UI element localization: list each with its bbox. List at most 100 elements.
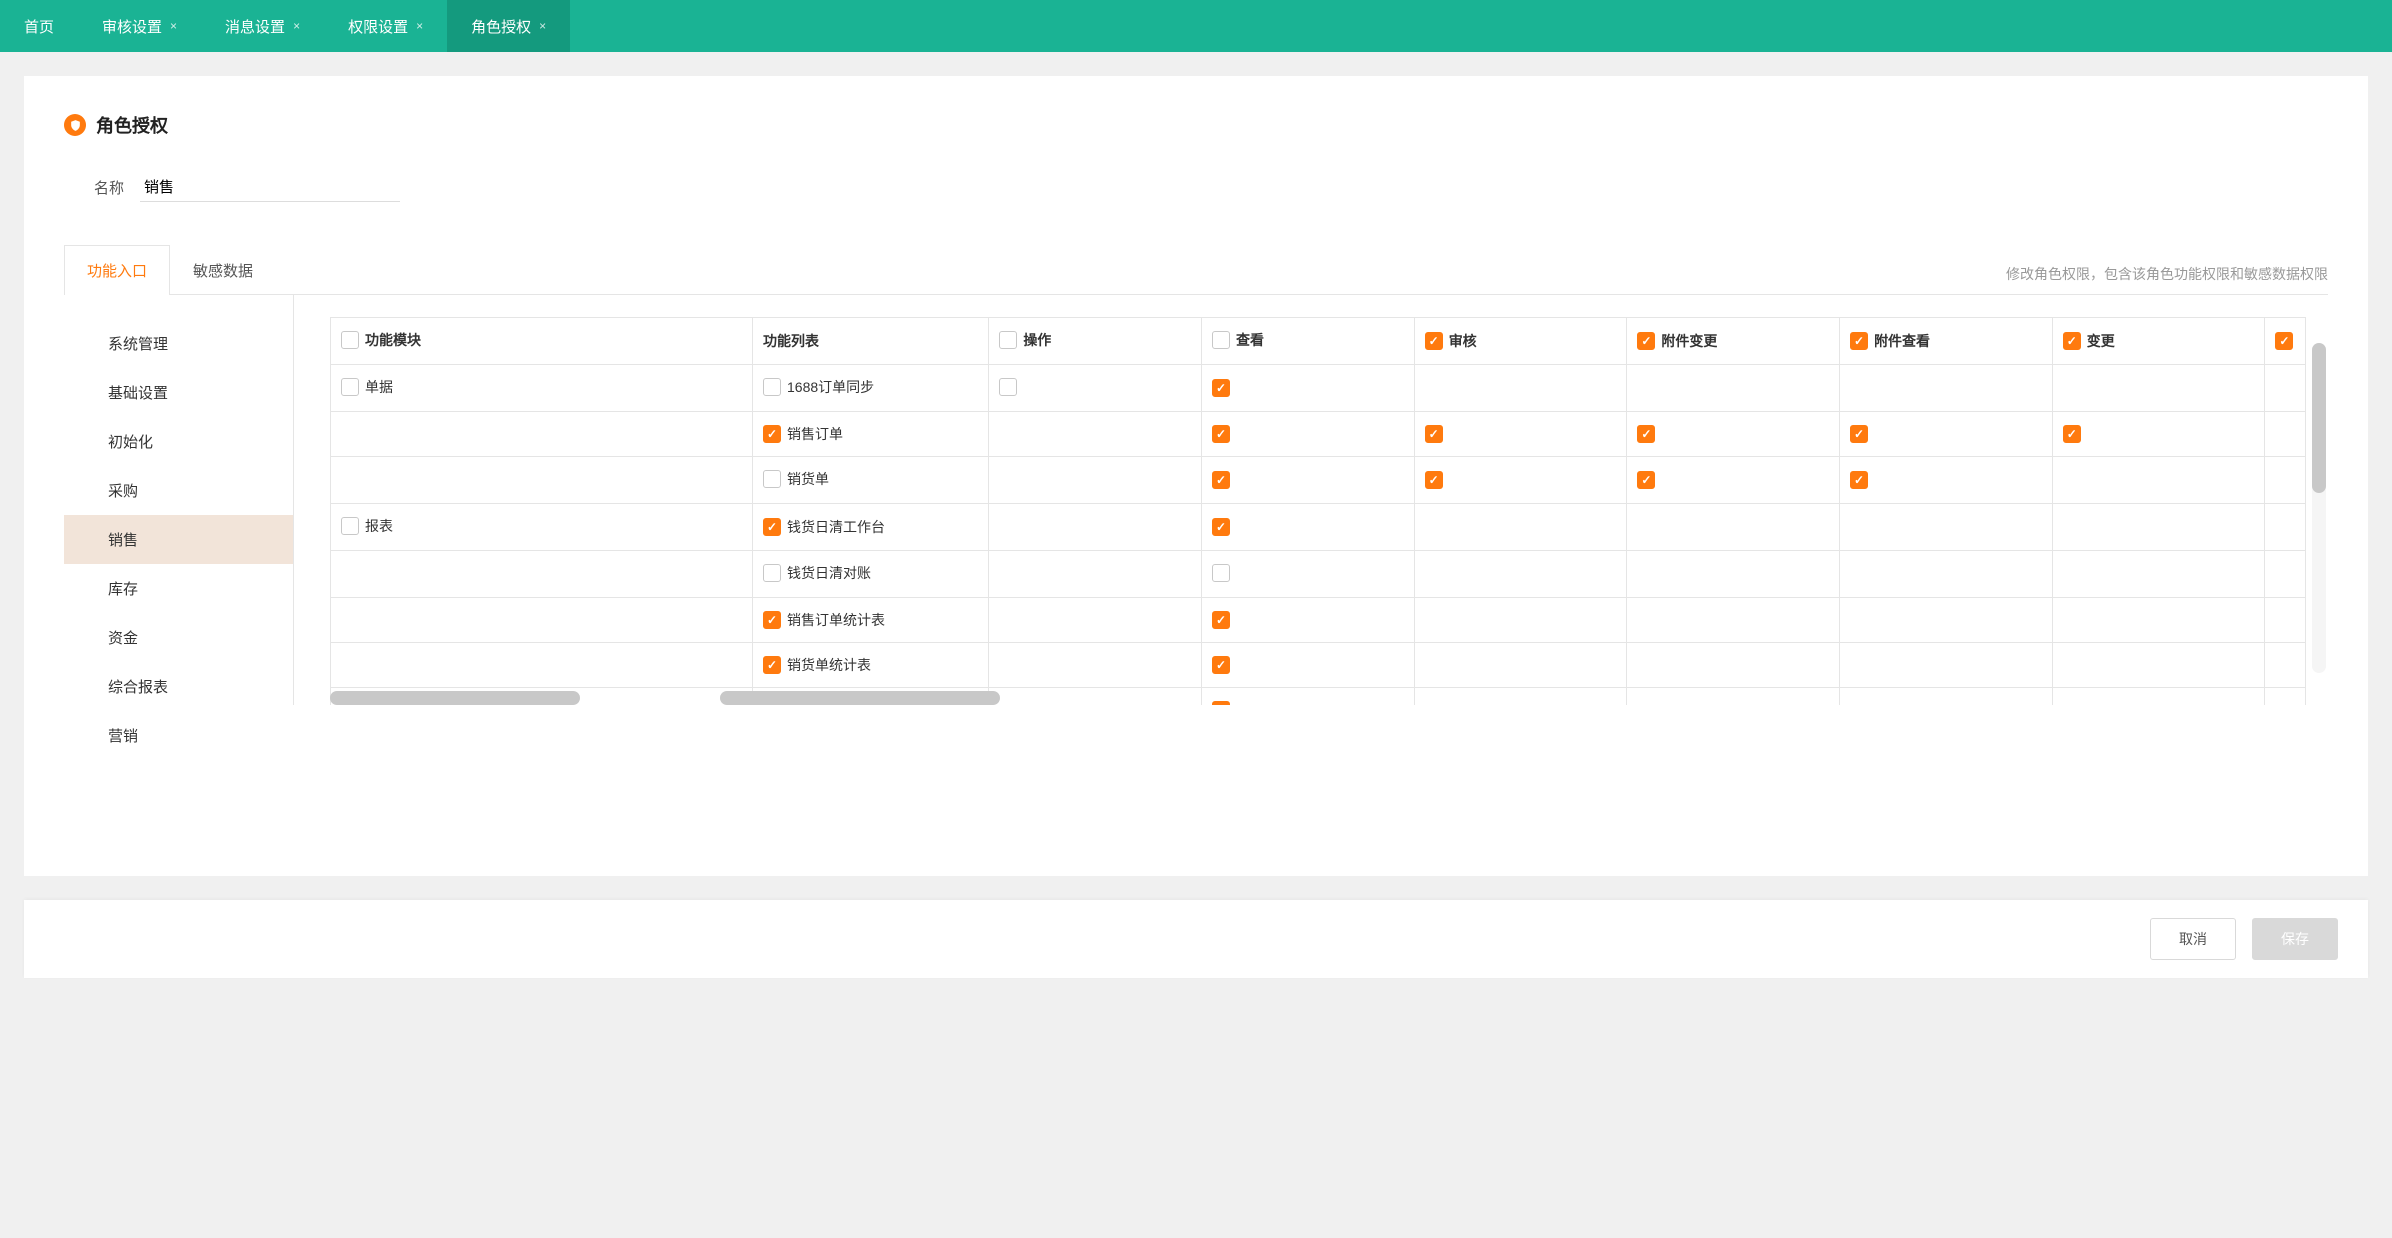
cell-attach_view <box>1840 551 2053 598</box>
sidebar-item-1[interactable]: 基础设置 <box>64 368 293 417</box>
footer: 取消 保存 <box>24 900 2368 978</box>
top-tab-0[interactable]: 首页 <box>0 0 78 52</box>
close-icon[interactable]: × <box>293 19 300 33</box>
cell-view <box>1202 457 1415 504</box>
row1-change-checkbox[interactable] <box>2063 425 2081 443</box>
top-tab-label: 角色授权 <box>471 16 531 37</box>
header-cb-op-label: 操作 <box>1023 330 1051 350</box>
horizontal-scrollbars <box>330 691 2306 705</box>
sidebar-item-4[interactable]: 销售 <box>64 515 293 564</box>
cell-list: 销售订单统计表 <box>753 598 989 643</box>
close-icon[interactable]: × <box>539 19 546 33</box>
vertical-scrollbar-thumb[interactable] <box>2312 343 2326 493</box>
cell-list: 销货单 <box>753 457 989 504</box>
header-cb-attach_view-checkbox[interactable] <box>1850 332 1868 350</box>
row2-attach_view-checkbox[interactable] <box>1850 471 1868 489</box>
top-tab-3[interactable]: 权限设置 × <box>324 0 447 52</box>
row1-view-checkbox[interactable] <box>1212 425 1230 443</box>
header-change: 变更 <box>2052 318 2265 365</box>
sidebar-item-6[interactable]: 资金 <box>64 613 293 662</box>
header-cb-change-checkbox[interactable] <box>2063 332 2081 350</box>
top-tab-label: 权限设置 <box>348 16 408 37</box>
row5-view-checkbox[interactable] <box>1212 611 1230 629</box>
header-cb-attach_change-checkbox[interactable] <box>1637 332 1655 350</box>
row4-view-checkbox[interactable] <box>1212 564 1230 582</box>
header-cb-module-label: 功能模块 <box>365 330 421 350</box>
row1-attach_change <box>1637 425 1655 443</box>
row1-audit <box>1425 425 1443 443</box>
row3-module-checkbox[interactable] <box>341 517 359 535</box>
header-cb-view: 查看 <box>1212 330 1264 350</box>
cell-attach_change <box>1627 504 1840 551</box>
row1-audit-checkbox[interactable] <box>1425 425 1443 443</box>
row0-module-checkbox[interactable] <box>341 378 359 396</box>
row6-list-checkbox[interactable] <box>763 656 781 674</box>
sidebar-item-8[interactable]: 营销 <box>64 711 293 760</box>
shield-icon <box>64 114 86 136</box>
row4-list-checkbox[interactable] <box>763 564 781 582</box>
name-field: 名称 <box>64 172 2328 202</box>
row5-list-checkbox[interactable] <box>763 611 781 629</box>
row2-view-checkbox[interactable] <box>1212 471 1230 489</box>
cell-audit <box>1414 643 1627 688</box>
close-icon[interactable]: × <box>416 19 423 33</box>
top-tab-4[interactable]: 角色授权 × <box>447 0 570 52</box>
cell-op <box>989 457 1202 504</box>
sidebar-item-5[interactable]: 库存 <box>64 564 293 613</box>
name-label: 名称 <box>94 177 124 198</box>
top-tab-1[interactable]: 审核设置× <box>78 0 201 52</box>
table-row: 钱货日清对账 <box>331 551 2306 598</box>
row5-view <box>1212 611 1230 629</box>
row3-list-checkbox[interactable] <box>763 518 781 536</box>
sidebar-item-3[interactable]: 采购 <box>64 466 293 515</box>
save-button[interactable]: 保存 <box>2252 918 2338 960</box>
sidebar-item-0[interactable]: 系统管理 <box>64 319 293 368</box>
name-input[interactable] <box>140 172 400 202</box>
inner-tab-1[interactable]: 敏感数据 <box>170 245 276 295</box>
row0-module: 单据 <box>341 377 393 397</box>
cell-attach_view <box>1840 598 2053 643</box>
sidebar-item-7[interactable]: 综合报表 <box>64 662 293 711</box>
row4-view <box>1212 564 1230 582</box>
row1-list-checkbox[interactable] <box>763 425 781 443</box>
close-icon[interactable]: × <box>170 19 177 33</box>
row2-attach_change-checkbox[interactable] <box>1637 471 1655 489</box>
horizontal-scrollbar-thumb-2[interactable] <box>720 691 1000 705</box>
row2-list-checkbox[interactable] <box>763 470 781 488</box>
cell-attach_change <box>1627 551 1840 598</box>
cell-list: 销货单统计表 <box>753 643 989 688</box>
header-cb-overflow <box>2275 332 2293 350</box>
header-cb-audit-label: 审核 <box>1449 331 1477 351</box>
row1-change <box>2063 425 2081 443</box>
row4-list: 钱货日清对账 <box>763 563 871 583</box>
row0-view-checkbox[interactable] <box>1212 379 1230 397</box>
row0-op-checkbox[interactable] <box>999 378 1017 396</box>
cell-change <box>2052 365 2265 412</box>
row2-attach_view <box>1850 471 1868 489</box>
row1-attach_view-checkbox[interactable] <box>1850 425 1868 443</box>
sidebar-item-2[interactable]: 初始化 <box>64 417 293 466</box>
header-cb-op-checkbox[interactable] <box>999 331 1017 349</box>
row2-audit-checkbox[interactable] <box>1425 471 1443 489</box>
header-cb-view-checkbox[interactable] <box>1212 331 1230 349</box>
header-cb-audit-checkbox[interactable] <box>1425 332 1443 350</box>
inner-tab-0[interactable]: 功能入口 <box>64 245 170 295</box>
row3-view-checkbox[interactable] <box>1212 518 1230 536</box>
header-cb-module-checkbox[interactable] <box>341 331 359 349</box>
cell-view <box>1202 504 1415 551</box>
row0-list-checkbox[interactable] <box>763 378 781 396</box>
cell-audit <box>1414 504 1627 551</box>
vertical-scrollbar[interactable] <box>2312 343 2326 673</box>
cancel-button[interactable]: 取消 <box>2150 918 2236 960</box>
top-tab-2[interactable]: 消息设置× <box>201 0 324 52</box>
top-tab-label: 首页 <box>24 16 54 37</box>
row6-view-checkbox[interactable] <box>1212 656 1230 674</box>
cell-op <box>989 643 1202 688</box>
horizontal-scrollbar-thumb-1[interactable] <box>330 691 580 705</box>
header-cb-change: 变更 <box>2063 331 2115 351</box>
cell-change <box>2052 412 2265 457</box>
cell-view <box>1202 412 1415 457</box>
header-cb-overflow-checkbox[interactable] <box>2275 332 2293 350</box>
row1-attach_change-checkbox[interactable] <box>1637 425 1655 443</box>
row2-audit <box>1425 471 1443 489</box>
